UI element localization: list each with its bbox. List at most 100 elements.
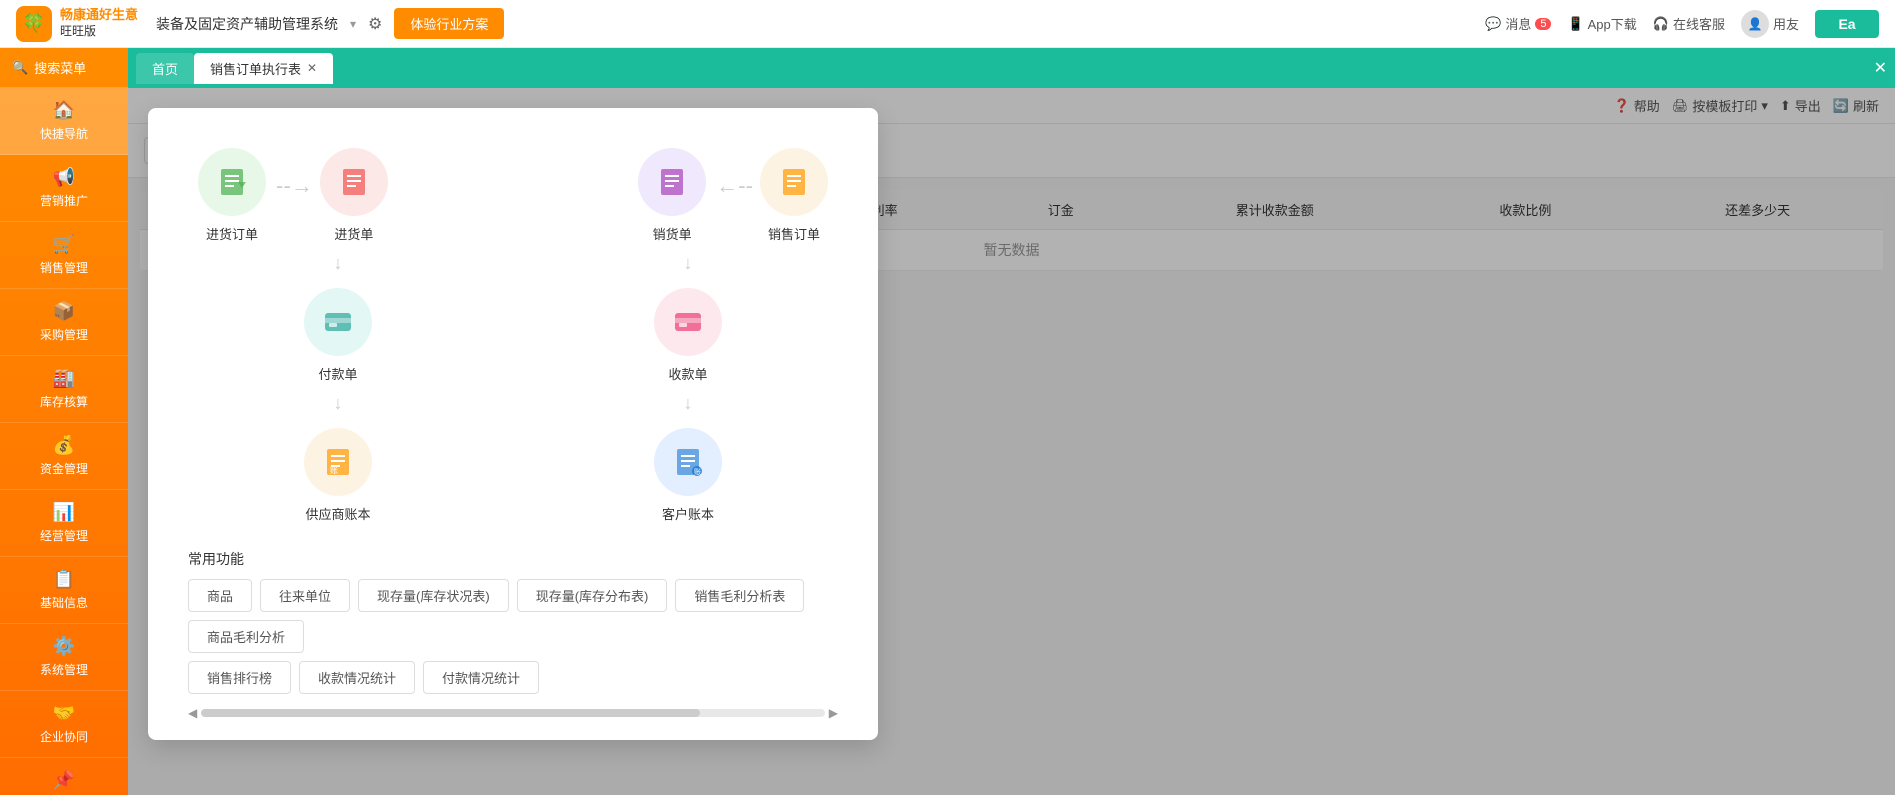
svg-text:账: 账 — [694, 467, 701, 476]
common-functions: 常用功能 商品 往来单位 现存量(库存状况表) 现存量(库存分布表) 销售毛利分… — [188, 549, 838, 694]
scroll-right-icon[interactable]: ▶ — [829, 706, 838, 720]
tab-home[interactable]: 首页 — [136, 53, 194, 84]
func-btn-product[interactable]: 商品 — [188, 579, 252, 612]
sidebar-item-inventory[interactable]: 🏭 库存核算 — [0, 356, 128, 423]
search-label: 搜索菜单 — [34, 58, 86, 77]
sidebar-item-finance[interactable]: 💰 资金管理 — [0, 423, 128, 490]
receipt-label: 收款单 — [668, 364, 707, 383]
sales-bill-node[interactable]: 销货单 — [628, 138, 716, 253]
sales-order-node[interactable]: 销售订单 — [750, 138, 838, 253]
sidebar-item-quick-nav[interactable]: 🏠 快捷导航 — [0, 88, 128, 155]
modal-box: 进货订单 - - → — [148, 108, 878, 740]
avatar: 👤 — [1741, 10, 1769, 38]
sidebar-item-sales[interactable]: 🛒 销售管理 — [0, 222, 128, 289]
func-btn-sales-rank[interactable]: 销售排行榜 — [188, 661, 291, 694]
sales-order-icon — [760, 148, 828, 216]
logo-icon: 🍀 — [16, 6, 52, 42]
sales-icon: 🛒 — [53, 234, 75, 255]
tab-bar-close-icon[interactable]: ✕ — [1874, 58, 1887, 78]
func-btn-product-gross[interactable]: 商品毛利分析 — [188, 620, 304, 653]
tab-sales-order-exec[interactable]: 销售订单执行表 ✕ — [194, 53, 333, 84]
purchase-icon: 📦 — [53, 301, 75, 322]
base-info-label: 基础信息 — [40, 594, 88, 611]
quick-nav-icon: 🏠 — [53, 100, 75, 121]
search-icon: 🔍 — [12, 60, 28, 76]
sidebar-search[interactable]: 🔍 搜索菜单 — [0, 48, 128, 88]
trial-button[interactable]: 体验行业方案 — [394, 8, 504, 39]
online-service-button[interactable]: 🎧 在线客服 — [1653, 14, 1725, 33]
app-download-label: App下载 — [1588, 14, 1637, 33]
enterprise-icon: 🤝 — [53, 703, 75, 724]
user-name: 用友 — [1773, 14, 1799, 33]
sidebar: 🔍 搜索菜单 🏠 快捷导航 📢 营销推广 🛒 销售管理 📦 采购管理 🏭 — [0, 48, 128, 795]
tab-bar: 首页 销售订单执行表 ✕ ✕ — [128, 48, 1895, 88]
payment-icon — [304, 288, 372, 356]
main-area: 🔍 搜索菜单 🏠 快捷导航 📢 营销推广 🛒 销售管理 📦 采购管理 🏭 — [0, 48, 1895, 795]
purchase-bill-icon — [320, 148, 388, 216]
func-buttons-row2: 销售排行榜 收款情况统计 付款情况统计 — [188, 661, 838, 694]
top-bar-left: 🍀 畅康通好生意 旺旺版 装备及固定资产辅助管理系统 ▾ ⚙ 体验行业方案 — [16, 6, 504, 42]
sales-bill-icon — [638, 148, 706, 216]
page-content: ❓ 帮助 🖨 按模板打印 ▾ ⬆ 导出 🔄 刷新 — [128, 88, 1895, 795]
sidebar-item-system[interactable]: ⚙️ 系统管理 — [0, 624, 128, 691]
customer-account-label: 客户账本 — [662, 504, 714, 523]
tab-sales-order-exec-label: 销售订单执行表 — [210, 59, 301, 78]
func-btn-payment-stat[interactable]: 付款情况统计 — [423, 661, 539, 694]
func-btn-stock-dist[interactable]: 现存量(库存分布表) — [517, 579, 668, 612]
enterprise-label: 企业协同 — [40, 728, 88, 745]
system-icon: ⚙️ — [53, 636, 75, 657]
base-info-icon: 📋 — [53, 569, 75, 590]
inventory-label: 库存核算 — [40, 393, 88, 410]
sidebar-item-base-info[interactable]: 📋 基础信息 — [0, 557, 128, 624]
func-btn-receipt-stat[interactable]: 收款情况统计 — [299, 661, 415, 694]
sidebar-item-guide[interactable]: 📌 新手引导 — [0, 758, 128, 795]
sidebar-item-marketing[interactable]: 📢 营销推广 — [0, 155, 128, 222]
func-btn-sales-gross[interactable]: 销售毛利分析表 — [675, 579, 804, 612]
arrow-so-sb: ← - - — [716, 173, 750, 219]
modal-scrollbar: ◀ ▶ — [188, 706, 838, 720]
sidebar-item-enterprise[interactable]: 🤝 企业协同 — [0, 691, 128, 758]
supplier-account-label: 供应商账本 — [305, 504, 370, 523]
settings-icon[interactable]: ⚙ — [368, 14, 382, 34]
message-button[interactable]: 💬 消息 5 — [1485, 14, 1551, 33]
top-bar: 🍀 畅康通好生意 旺旺版 装备及固定资产辅助管理系统 ▾ ⚙ 体验行业方案 💬 … — [0, 0, 1895, 48]
scrollbar-thumb — [201, 709, 700, 717]
sidebar-item-operation[interactable]: 📊 经营管理 — [0, 490, 128, 557]
customer-account-node[interactable]: 账 客户账本 — [638, 418, 738, 533]
top-bar-right: 💬 消息 5 📱 App下载 🎧 在线客服 👤 用友 Ea — [1485, 10, 1879, 38]
flow-diagram: 进货订单 - - → — [188, 138, 838, 533]
receipt-node[interactable]: 收款单 — [638, 278, 738, 393]
message-icon: 💬 — [1485, 16, 1501, 32]
func-btn-stock-status[interactable]: 现存量(库存状况表) — [358, 579, 509, 612]
payment-node[interactable]: 付款单 — [288, 278, 388, 393]
system-dropdown-icon[interactable]: ▾ — [350, 17, 356, 31]
scroll-left-icon[interactable]: ◀ — [188, 706, 197, 720]
modal-overlay: 进货订单 - - → — [128, 88, 1895, 795]
sales-bill-label: 销货单 — [653, 224, 692, 243]
service-icon: 🎧 — [1653, 16, 1669, 32]
user-area[interactable]: 👤 用友 — [1741, 10, 1799, 38]
receipt-icon — [654, 288, 722, 356]
purchase-order-node[interactable]: 进货订单 — [188, 138, 276, 253]
common-functions-title: 常用功能 — [188, 549, 838, 569]
app-download-button[interactable]: 📱 App下载 — [1567, 14, 1636, 33]
customer-account-icon: 账 — [654, 428, 722, 496]
app-icon: 📱 — [1567, 16, 1583, 32]
sidebar-item-purchase[interactable]: 📦 采购管理 — [0, 289, 128, 356]
purchase-bill-node[interactable]: 进货单 — [310, 138, 398, 253]
ea-badge: Ea — [1815, 10, 1879, 38]
purchase-label: 采购管理 — [40, 326, 88, 343]
supplier-account-node[interactable]: 账 供应商账本 — [288, 418, 388, 533]
marketing-icon: 📢 — [53, 167, 75, 188]
service-label: 在线客服 — [1673, 14, 1725, 33]
tab-close-icon[interactable]: ✕ — [307, 61, 317, 75]
scrollbar-track[interactable] — [201, 709, 825, 717]
purchase-order-label: 进货订单 — [206, 224, 258, 243]
tab-home-label: 首页 — [152, 59, 178, 78]
func-btn-partner[interactable]: 往来单位 — [260, 579, 350, 612]
finance-label: 资金管理 — [40, 460, 88, 477]
app-container: 🍀 畅康通好生意 旺旺版 装备及固定资产辅助管理系统 ▾ ⚙ 体验行业方案 💬 … — [0, 0, 1895, 795]
svg-text:账: 账 — [330, 466, 338, 475]
func-buttons-row1: 商品 往来单位 现存量(库存状况表) 现存量(库存分布表) 销售毛利分析表 商品… — [188, 579, 838, 653]
logo-area: 🍀 畅康通好生意 旺旺版 — [16, 6, 144, 42]
